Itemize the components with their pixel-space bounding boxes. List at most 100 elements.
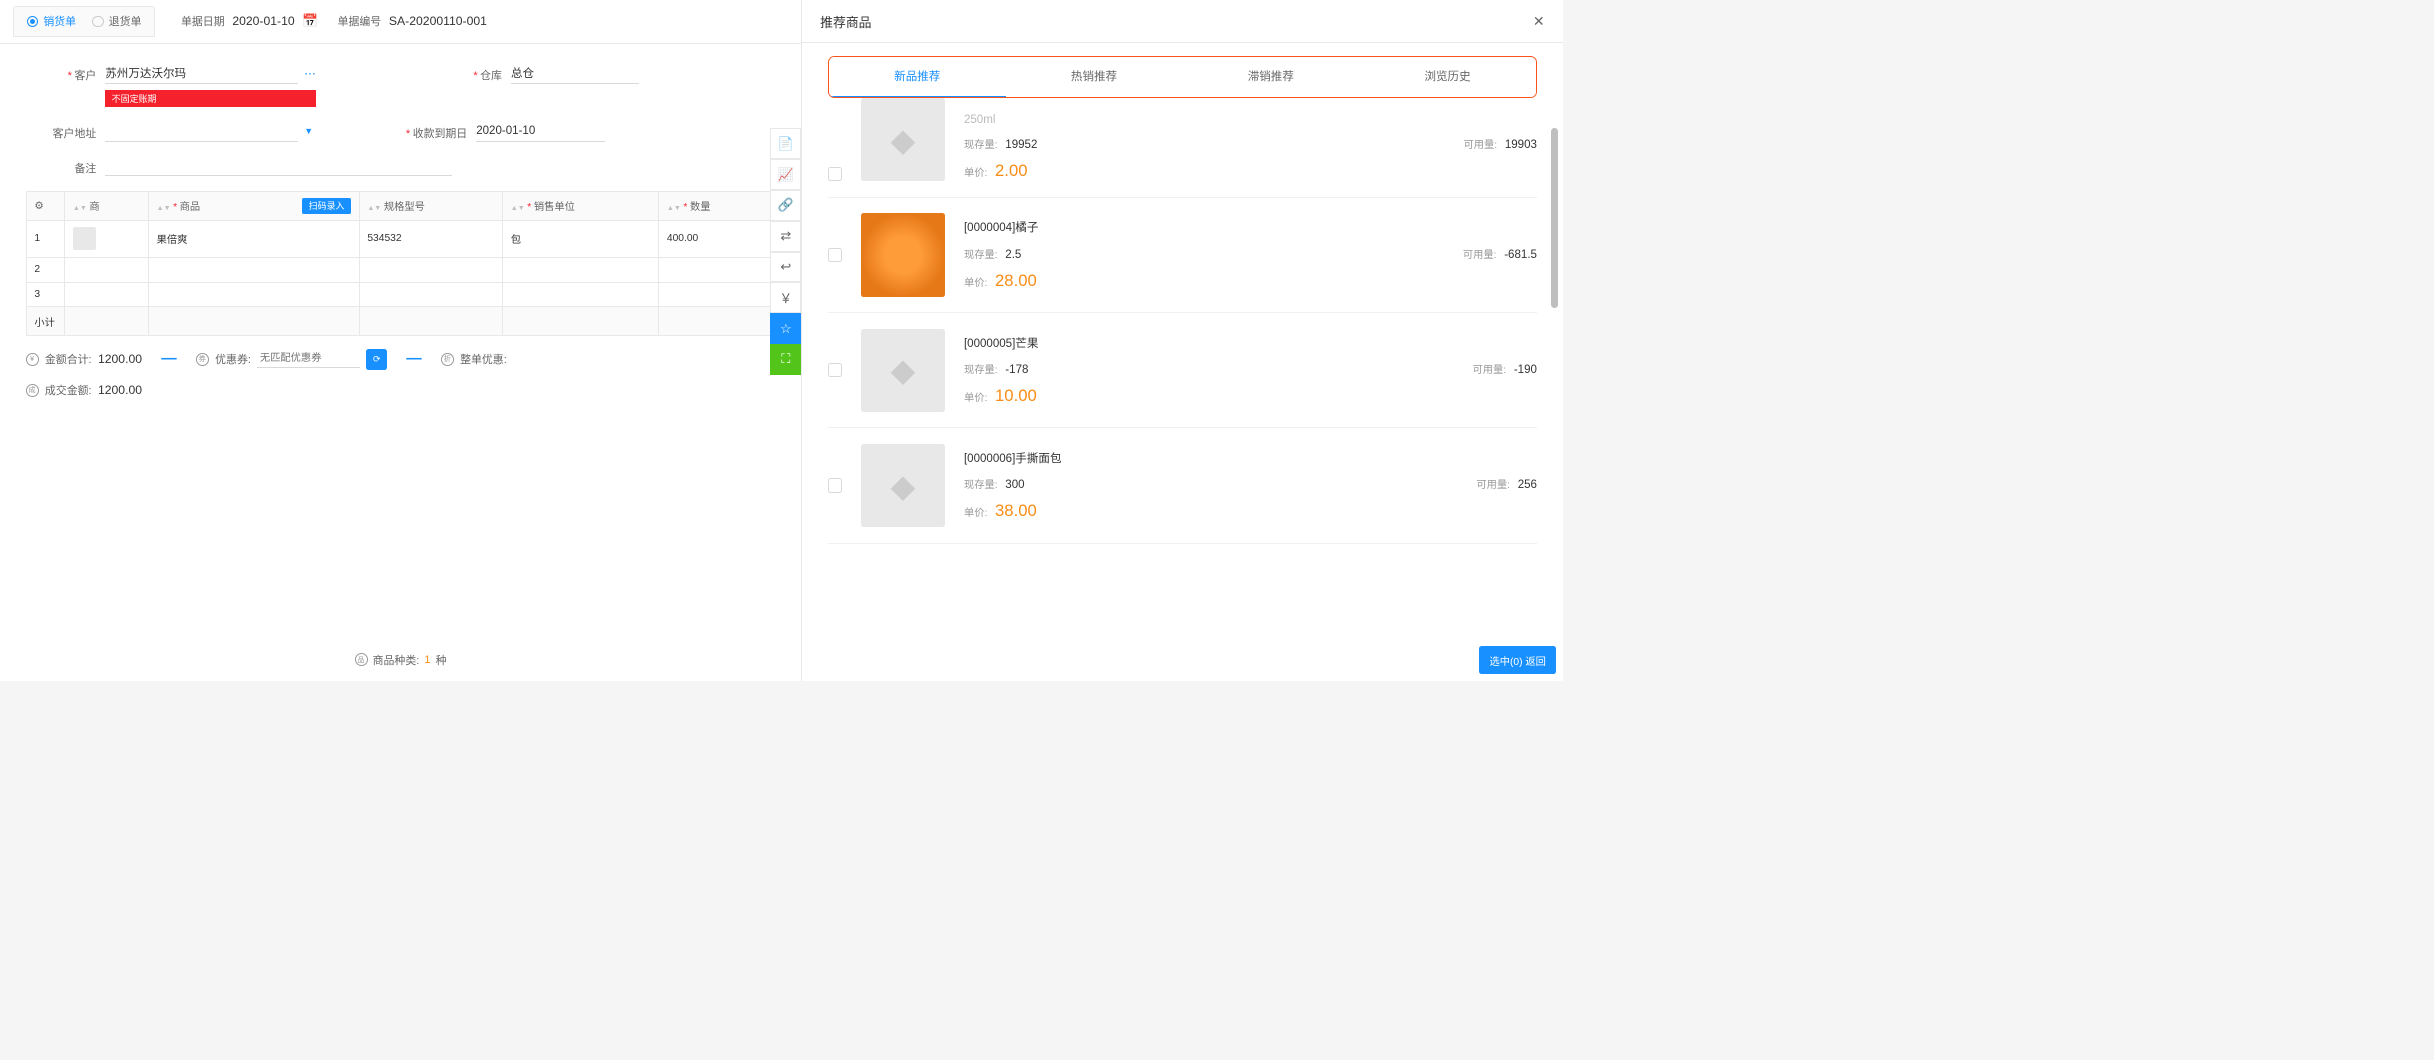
refresh-button[interactable]: ⟳: [366, 349, 387, 370]
currency-icon: ¥: [26, 353, 39, 366]
price-value: 10.00: [995, 386, 1037, 406]
expand-icon[interactable]: ⛶: [770, 344, 801, 375]
stock-value: -178: [1005, 364, 1028, 376]
star-icon[interactable]: ☆: [770, 313, 801, 344]
return-icon[interactable]: ↩: [770, 252, 801, 283]
spec-cell[interactable]: 534532: [359, 220, 502, 257]
close-icon[interactable]: ✕: [1533, 13, 1545, 30]
list-item[interactable]: ◆ 250ml 现存量:19952 可用量:19903 单价:2.00: [828, 98, 1537, 198]
product-list[interactable]: ◆ 250ml 现存量:19952 可用量:19903 单价:2.00 [000…: [802, 98, 1562, 612]
tab-slow-moving[interactable]: 滞销推荐: [1182, 57, 1359, 97]
table-row[interactable]: 3: [26, 282, 775, 307]
recommendation-tabs: 新品推荐 热销推荐 滞销推荐 浏览历史: [828, 56, 1537, 98]
merchant-column[interactable]: ▲▼商: [65, 191, 149, 220]
tab-sales-label: 销货单: [43, 13, 76, 29]
customer-period-badge: 不固定账期: [105, 90, 316, 107]
scan-input-button[interactable]: 扫码录入: [302, 198, 351, 214]
variety-label: 商品种类:: [373, 652, 420, 668]
gear-icon: ⚙: [34, 201, 43, 212]
coupon-input[interactable]: [257, 351, 360, 368]
select-return-button[interactable]: 选中(0) 返回: [1479, 646, 1556, 674]
stock-value: 2.5: [1005, 249, 1021, 261]
amount-total-label: 金额合计:: [45, 351, 92, 367]
product-image-placeholder: ◆: [861, 329, 944, 412]
table-row[interactable]: 2: [26, 257, 775, 282]
coupon-icon: 券: [196, 353, 209, 366]
chart-icon[interactable]: 📈: [770, 159, 801, 190]
doc-number-value: SA-20200110-001: [389, 14, 487, 28]
product-name: [0000004]橘子: [964, 219, 1537, 235]
final-amount-value: 1200.00: [98, 383, 142, 397]
minus-icon: —: [161, 350, 176, 368]
address-input[interactable]: [105, 121, 298, 142]
doc-date-value[interactable]: 2020-01-10: [232, 14, 294, 28]
warehouse-label: *仓库: [431, 63, 502, 83]
subtotal-row: 小计: [26, 307, 775, 336]
product-image-placeholder: ◆: [861, 98, 944, 181]
tab-sales-order[interactable]: 销货单: [27, 13, 76, 29]
qty-column[interactable]: ▲▼*数量: [659, 191, 775, 220]
doc-date-label: 单据日期: [181, 13, 225, 29]
document-icon[interactable]: 📄: [770, 128, 801, 159]
product-column[interactable]: ▲▼*商品扫码录入: [148, 191, 359, 220]
tab-browse-history[interactable]: 浏览历史: [1359, 57, 1536, 97]
remark-label: 备注: [26, 156, 97, 176]
calendar-icon[interactable]: 📅: [302, 13, 318, 29]
tab-return-label: 退货单: [109, 13, 142, 29]
table-row[interactable]: 1 果倍爽 534532 包 400.00: [26, 220, 775, 257]
remark-input[interactable]: [105, 156, 452, 177]
product-image-placeholder: ◆: [861, 444, 944, 527]
chevron-down-icon[interactable]: ▼: [304, 126, 313, 136]
row-number: 1: [26, 220, 65, 257]
tab-new-products[interactable]: 新品推荐: [829, 57, 1006, 97]
list-item[interactable]: ◆ [0000006]手撕面包 现存量:300 可用量:256 单价:38.00: [828, 428, 1537, 543]
due-date-label: *收款到期日: [397, 121, 468, 141]
coupon-label: 优惠券:: [215, 351, 251, 367]
product-checkbox[interactable]: [828, 167, 842, 181]
radio-unchecked-icon: [92, 16, 104, 28]
recommendation-panel: 推荐商品 ✕ 新品推荐 热销推荐 滞销推荐 浏览历史 ◆ 250ml 现存量:1…: [801, 0, 1562, 681]
product-checkbox[interactable]: [828, 248, 842, 262]
side-toolbar: 📄 📈 🔗 ⇄ ↩ ￥ ☆ ⛶: [770, 128, 801, 375]
product-checkbox[interactable]: [828, 478, 842, 492]
product-name: 250ml: [964, 114, 1537, 126]
exchange-icon[interactable]: ⇄: [770, 221, 801, 252]
list-item[interactable]: ◆ [0000005]芒果 现存量:-178 可用量:-190 单价:10.00: [828, 313, 1537, 428]
price-value: 38.00: [995, 501, 1037, 521]
list-item[interactable]: [0000004]橘子 现存量:2.5 可用量:-681.5 单价:28.00: [828, 198, 1537, 313]
product-thumbnail: [73, 227, 96, 250]
spec-column[interactable]: ▲▼规格型号: [359, 191, 502, 220]
warehouse-input[interactable]: [511, 63, 639, 84]
available-value: 19903: [1505, 139, 1537, 151]
unit-column[interactable]: ▲▼*销售单位: [503, 191, 659, 220]
tab-hot-sales[interactable]: 热销推荐: [1006, 57, 1183, 97]
bottom-summary: 品 商品种类: 1 种: [0, 639, 801, 681]
unit-cell[interactable]: 包: [503, 220, 659, 257]
due-date-input[interactable]: [476, 121, 604, 142]
settings-column[interactable]: ⚙: [26, 191, 65, 220]
product-checkbox[interactable]: [828, 363, 842, 377]
stock-value: 19952: [1005, 139, 1037, 151]
final-icon: 成: [26, 384, 39, 397]
stock-value: 300: [1005, 479, 1024, 491]
scrollbar-thumb[interactable]: [1551, 128, 1557, 308]
panel-title: 推荐商品: [820, 12, 871, 31]
link-icon[interactable]: 🔗: [770, 190, 801, 221]
money-icon[interactable]: ￥: [770, 282, 801, 313]
available-value: 256: [1518, 479, 1537, 491]
product-cell[interactable]: 果倍爽: [148, 220, 359, 257]
price-value: 2.00: [995, 161, 1027, 181]
product-name: [0000005]芒果: [964, 335, 1537, 351]
more-icon[interactable]: ⋯: [304, 66, 316, 80]
tab-return-order[interactable]: 退货单: [92, 13, 141, 29]
amount-total-value: 1200.00: [98, 352, 142, 366]
discount-icon: 折: [441, 353, 454, 366]
customer-input[interactable]: [105, 63, 298, 84]
variety-value: 1: [424, 654, 430, 666]
product-name: [0000006]手撕面包: [964, 450, 1537, 466]
product-image: [861, 213, 944, 296]
discount-label: 整单优惠:: [460, 351, 507, 367]
minus-icon: —: [406, 350, 421, 368]
qty-cell[interactable]: 400.00: [659, 220, 775, 257]
line-items-table: ⚙ ▲▼商 ▲▼*商品扫码录入 ▲▼规格型号 ▲▼*销售单位 ▲▼*数量 1 果…: [26, 191, 776, 337]
